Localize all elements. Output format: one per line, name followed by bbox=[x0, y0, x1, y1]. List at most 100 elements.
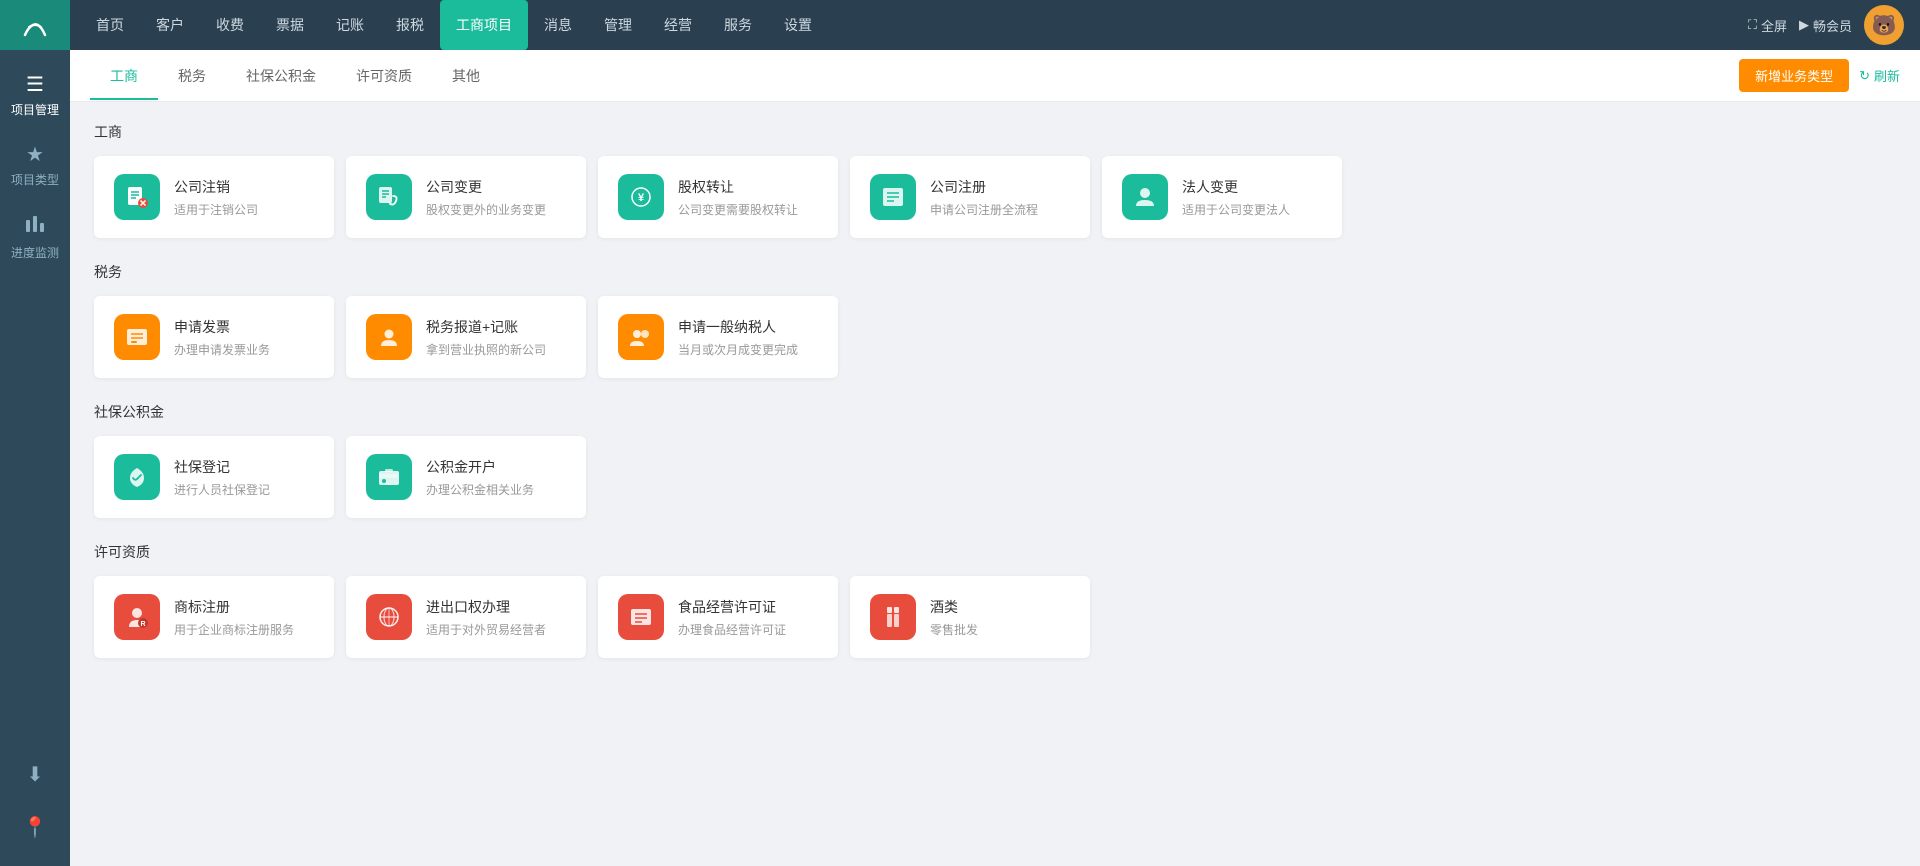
fullscreen-icon: ⛶ bbox=[1748, 17, 1757, 33]
content-area: 工商 税务 社保公积金 许可资质 其他 新增业务类型 ↻ 刷新 工商 bbox=[70, 50, 1920, 866]
general-taxpayer-info: 申请一般纳税人 当月或次月成变更完成 bbox=[678, 317, 798, 358]
add-business-type-button[interactable]: 新增业务类型 bbox=[1739, 59, 1849, 92]
trademark-desc: 用于企业商标注册服务 bbox=[174, 621, 294, 638]
card-company-cancel[interactable]: 公司注销 适用于注销公司 bbox=[94, 156, 334, 238]
trademark-info: 商标注册 用于企业商标注册服务 bbox=[174, 597, 294, 638]
section-title-shebao: 社保公积金 bbox=[94, 402, 1896, 422]
alcohol-icon bbox=[870, 594, 916, 640]
equity-transfer-desc: 公司变更需要股权转让 bbox=[678, 201, 798, 218]
vip-icon: ▶ bbox=[1799, 17, 1809, 33]
section-xuke: 许可资质 R 商标注册 用于企业商标注册服务 bbox=[94, 542, 1896, 658]
page-content: 工商 公司注销 适用于注销公司 bbox=[70, 102, 1920, 866]
card-food-license[interactable]: 食品经营许可证 办理食品经营许可证 bbox=[598, 576, 838, 658]
tab-social-insurance[interactable]: 社保公积金 bbox=[226, 52, 336, 100]
tab-tax[interactable]: 税务 bbox=[158, 52, 226, 100]
provident-fund-desc: 办理公积金相关业务 bbox=[426, 481, 534, 498]
provident-fund-icon bbox=[366, 454, 412, 500]
sidebar-bottom: ⬇ 📍 bbox=[0, 752, 70, 866]
refresh-button[interactable]: ↻ 刷新 bbox=[1859, 66, 1900, 85]
general-taxpayer-name: 申请一般纳税人 bbox=[678, 317, 798, 337]
tab-license[interactable]: 许可资质 bbox=[336, 52, 432, 100]
card-trademark[interactable]: R 商标注册 用于企业商标注册服务 bbox=[94, 576, 334, 658]
legal-person-change-desc: 适用于公司变更法人 bbox=[1182, 201, 1290, 218]
social-insurance-name: 社保登记 bbox=[174, 457, 270, 477]
card-import-export[interactable]: 进出口权办理 适用于对外贸易经营者 bbox=[346, 576, 586, 658]
sidebar-item-project-manage[interactable]: ☰ 项目管理 bbox=[0, 60, 70, 130]
card-general-taxpayer[interactable]: 申请一般纳税人 当月或次月成变更完成 bbox=[598, 296, 838, 378]
card-provident-fund[interactable]: 公积金开户 办理公积金相关业务 bbox=[346, 436, 586, 518]
cards-grid-shuiwu: 申请发票 办理申请发票业务 税务报道+记账 拿到营业执照的新公司 bbox=[94, 296, 1896, 378]
equity-transfer-name: 股权转让 bbox=[678, 177, 798, 197]
nav-settings[interactable]: 设置 bbox=[768, 0, 828, 50]
nav-manage[interactable]: 管理 bbox=[588, 0, 648, 50]
chart-icon bbox=[24, 212, 46, 240]
general-taxpayer-desc: 当月或次月成变更完成 bbox=[678, 341, 798, 358]
invoice-apply-desc: 办理申请发票业务 bbox=[174, 341, 270, 358]
company-register-icon bbox=[870, 174, 916, 220]
nav-accounting[interactable]: 记账 bbox=[320, 0, 380, 50]
cards-grid-gongshang: 公司注销 适用于注销公司 公司变更 股权变更外的业务变更 bbox=[94, 156, 1896, 238]
section-title-gongshang: 工商 bbox=[94, 122, 1896, 142]
tab-other[interactable]: 其他 bbox=[432, 52, 500, 100]
mascot-avatar[interactable]: 🐻 bbox=[1864, 5, 1904, 45]
nav-business[interactable]: 工商项目 bbox=[440, 0, 528, 50]
tax-report-desc: 拿到营业执照的新公司 bbox=[426, 341, 546, 358]
fullscreen-btn[interactable]: ⛶ 全屏 bbox=[1748, 16, 1787, 35]
card-alcohol[interactable]: 酒类 零售批发 bbox=[850, 576, 1090, 658]
nav-message[interactable]: 消息 bbox=[528, 0, 588, 50]
card-social-insurance[interactable]: 社保登记 进行人员社保登记 bbox=[94, 436, 334, 518]
card-tax-report[interactable]: 税务报道+记账 拿到营业执照的新公司 bbox=[346, 296, 586, 378]
nav-customer[interactable]: 客户 bbox=[140, 0, 200, 50]
app-logo[interactable] bbox=[0, 0, 70, 50]
social-insurance-desc: 进行人员社保登记 bbox=[174, 481, 270, 498]
company-register-name: 公司注册 bbox=[930, 177, 1038, 197]
section-title-shuiwu: 税务 bbox=[94, 262, 1896, 282]
nav-home[interactable]: 首页 bbox=[80, 0, 140, 50]
card-company-register[interactable]: 公司注册 申请公司注册全流程 bbox=[850, 156, 1090, 238]
company-change-icon bbox=[366, 174, 412, 220]
sidebar-item-progress[interactable]: 进度监测 bbox=[0, 200, 70, 273]
tab-business[interactable]: 工商 bbox=[90, 52, 158, 100]
general-taxpayer-icon bbox=[618, 314, 664, 360]
trademark-icon: R bbox=[114, 594, 160, 640]
location-icon[interactable]: 📍 bbox=[0, 805, 70, 850]
section-title-xuke: 许可资质 bbox=[94, 542, 1896, 562]
vip-btn[interactable]: ▶ 畅会员 bbox=[1799, 16, 1852, 35]
card-invoice-apply[interactable]: 申请发票 办理申请发票业务 bbox=[94, 296, 334, 378]
import-export-icon bbox=[366, 594, 412, 640]
food-license-icon bbox=[618, 594, 664, 640]
invoice-apply-info: 申请发票 办理申请发票业务 bbox=[174, 317, 270, 358]
download-icon[interactable]: ⬇ bbox=[0, 752, 70, 797]
provident-fund-name: 公积金开户 bbox=[426, 457, 534, 477]
tab-bar: 工商 税务 社保公积金 许可资质 其他 新增业务类型 ↻ 刷新 bbox=[70, 50, 1920, 102]
card-company-change[interactable]: 公司变更 股权变更外的业务变更 bbox=[346, 156, 586, 238]
section-gongshang: 工商 公司注销 适用于注销公司 bbox=[94, 122, 1896, 238]
section-shebao: 社保公积金 社保登记 进行人员社保登记 bbox=[94, 402, 1896, 518]
company-change-name: 公司变更 bbox=[426, 177, 546, 197]
card-equity-transfer[interactable]: ¥ 股权转让 公司变更需要股权转让 bbox=[598, 156, 838, 238]
equity-transfer-icon: ¥ bbox=[618, 174, 664, 220]
nav-bills[interactable]: 票据 bbox=[260, 0, 320, 50]
food-license-desc: 办理食品经营许可证 bbox=[678, 621, 786, 638]
nav-right: ⛶ 全屏 ▶ 畅会员 🐻 bbox=[1748, 5, 1920, 45]
sidebar: ☰ 项目管理 ★ 项目类型 进度监测 ⬇ 📍 bbox=[0, 50, 70, 866]
legal-person-change-name: 法人变更 bbox=[1182, 177, 1290, 197]
card-legal-person-change[interactable]: 法人变更 适用于公司变更法人 bbox=[1102, 156, 1342, 238]
nav-tax[interactable]: 报税 bbox=[380, 0, 440, 50]
main-layout: ☰ 项目管理 ★ 项目类型 进度监测 ⬇ 📍 工商 税务 bbox=[0, 50, 1920, 866]
equity-transfer-info: 股权转让 公司变更需要股权转让 bbox=[678, 177, 798, 218]
company-change-info: 公司变更 股权变更外的业务变更 bbox=[426, 177, 546, 218]
company-cancel-name: 公司注销 bbox=[174, 177, 258, 197]
sidebar-item-project-type[interactable]: ★ 项目类型 bbox=[0, 130, 70, 200]
top-nav: 首页 客户 收费 票据 记账 报税 工商项目 消息 管理 经营 服务 设置 ⛶ … bbox=[0, 0, 1920, 50]
section-shuiwu: 税务 申请发票 办理申请发票业务 bbox=[94, 262, 1896, 378]
cards-grid-shebao: 社保登记 进行人员社保登记 公积金开户 办理公积金相关业务 bbox=[94, 436, 1896, 518]
svg-text:¥: ¥ bbox=[638, 192, 645, 204]
refresh-icon: ↻ bbox=[1859, 68, 1870, 84]
legal-person-change-info: 法人变更 适用于公司变更法人 bbox=[1182, 177, 1290, 218]
company-change-desc: 股权变更外的业务变更 bbox=[426, 201, 546, 218]
nav-fees[interactable]: 收费 bbox=[200, 0, 260, 50]
nav-service[interactable]: 服务 bbox=[708, 0, 768, 50]
nav-operation[interactable]: 经营 bbox=[648, 0, 708, 50]
invoice-apply-icon bbox=[114, 314, 160, 360]
